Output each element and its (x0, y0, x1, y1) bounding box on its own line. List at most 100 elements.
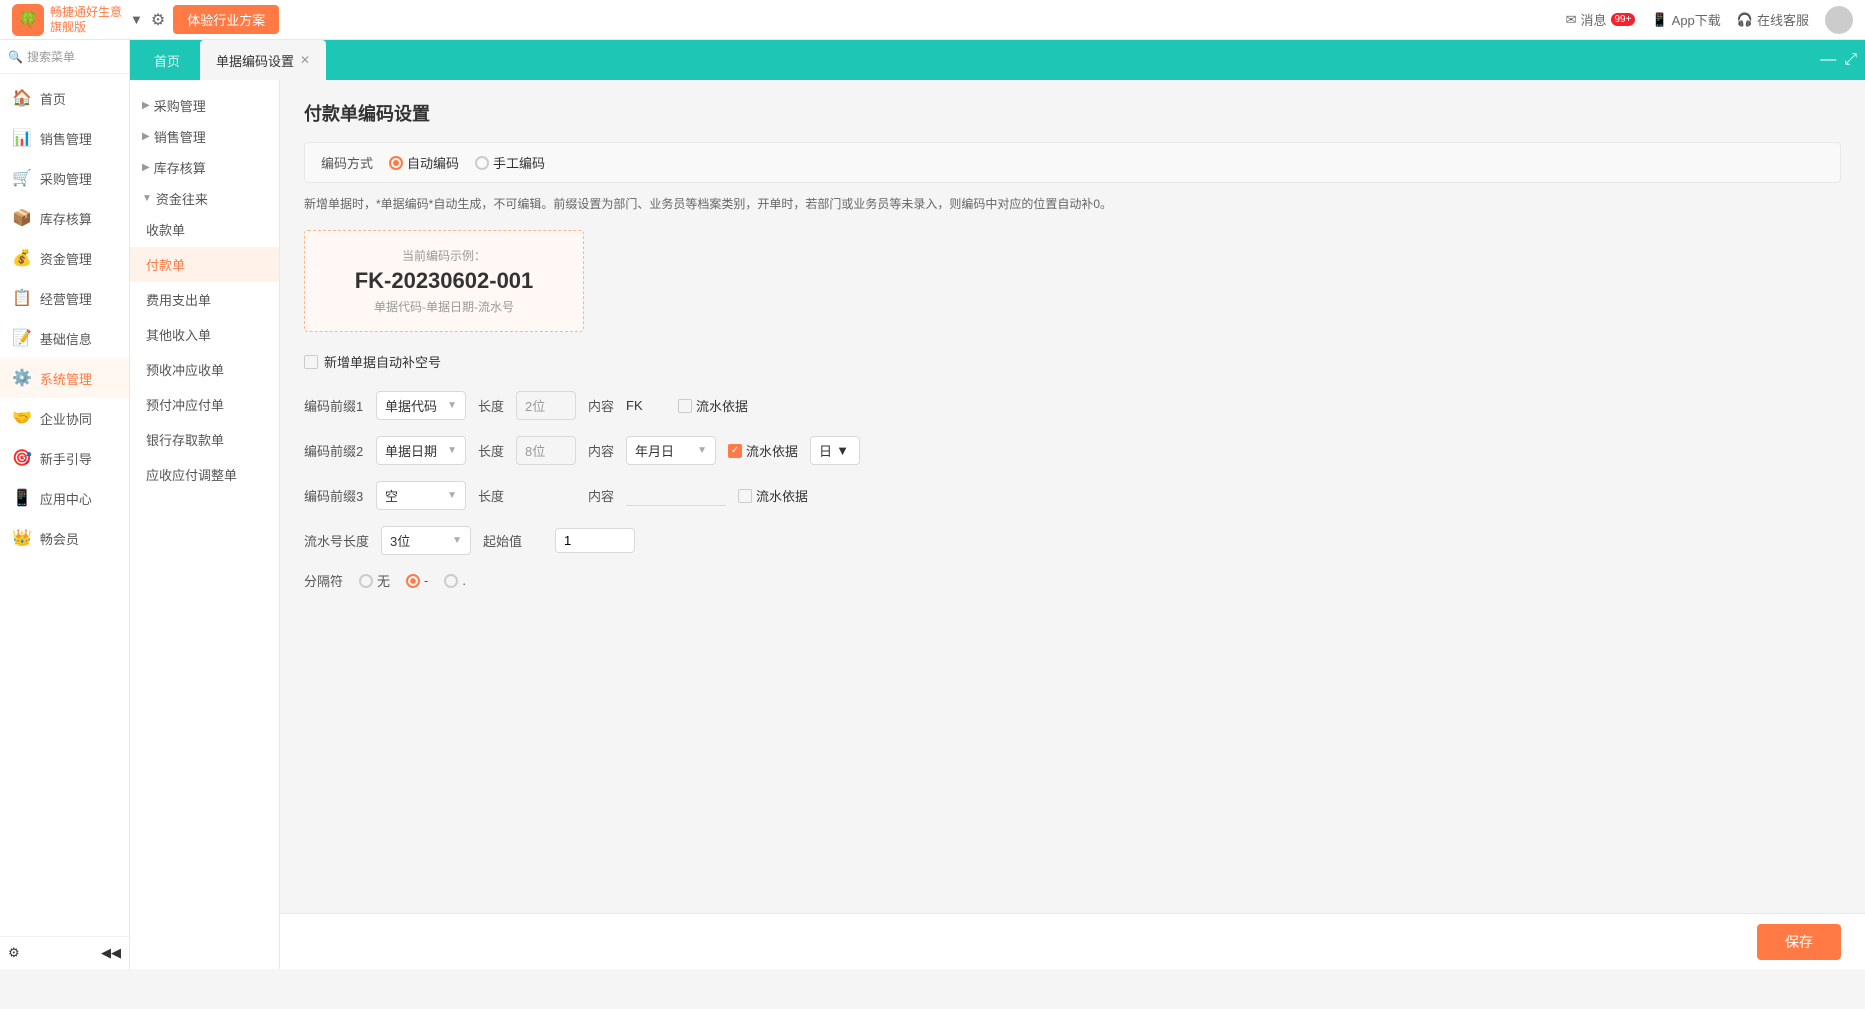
sub-sidebar-advance-payment[interactable]: 预付冲应付单 (130, 387, 279, 422)
tab-encoding[interactable]: 单据编码设置 ✕ (200, 40, 326, 80)
settings-bottom-icon[interactable]: ⚙ (8, 945, 20, 961)
nav-dropdown[interactable]: ▼ (130, 12, 143, 27)
sub-sidebar-group-capital[interactable]: ▼ 资金往来 (130, 181, 279, 212)
minimize-icon[interactable]: — (1820, 51, 1836, 69)
tab-home[interactable]: 首页 (138, 40, 196, 80)
prefix1-select[interactable]: 单据代码 ▼ (376, 391, 466, 420)
sub-sidebar-expense[interactable]: 费用支出单 (130, 282, 279, 317)
separator-label: 分隔符 (304, 571, 343, 590)
download-icon: 📱 (1651, 12, 1667, 28)
waterfall1-check: 流水依据 (678, 396, 748, 415)
inventory-icon: 📦 (12, 208, 32, 228)
auto-fill-label: 新增单据自动补空号 (324, 352, 441, 371)
sub-sidebar-receipt[interactable]: 收款单 (130, 212, 279, 247)
top-bar-left: 🍀 畅捷通好生意 旗舰版 ▼ ⚙ 体验行业方案 (12, 4, 279, 36)
guide-icon: 🎯 (12, 448, 32, 468)
save-button[interactable]: 保存 (1757, 924, 1841, 960)
waterfall3-checkbox[interactable] (738, 489, 752, 503)
sidebar-item-finance[interactable]: 💰 资金管理 (0, 238, 129, 278)
top-bar: 🍀 畅捷通好生意 旗舰版 ▼ ⚙ 体验行业方案 ✉ 消息 99+ 📱 App下载… (0, 0, 1865, 40)
message-badge: 99+ (1611, 13, 1636, 26)
settings-icon[interactable]: ⚙ (151, 10, 165, 30)
day-select[interactable]: 日 ▼ (810, 436, 860, 465)
main-content: 付款单编码设置 编码方式 自动编码 手工编码 (280, 80, 1865, 913)
sep-dot-option[interactable]: . (444, 573, 466, 588)
waterfall1-checkbox[interactable] (678, 399, 692, 413)
code-example-desc: 单据代码-单据日期-流水号 (321, 298, 567, 315)
prefix2-label: 编码前缀2 (304, 441, 364, 460)
sidebar-item-apps[interactable]: 📱 应用中心 (0, 478, 129, 518)
sidebar-item-guide[interactable]: 🎯 新手引导 (0, 438, 129, 478)
sep-none-radio[interactable] (359, 574, 373, 588)
logo: 🍀 畅捷通好生意 旗舰版 (12, 4, 122, 36)
right-panel: 付款单编码设置 编码方式 自动编码 手工编码 (280, 80, 1865, 969)
sidebar-item-basic[interactable]: 📝 基础信息 (0, 318, 129, 358)
prefix2-select[interactable]: 单据日期 ▼ (376, 436, 466, 465)
system-icon: ⚙️ (12, 368, 32, 388)
tab-close-icon[interactable]: ✕ (300, 53, 310, 67)
sep-dash-radio[interactable] (406, 574, 420, 588)
sep-dash-option[interactable]: - (406, 573, 428, 588)
start-value-input[interactable] (555, 528, 635, 553)
sub-sidebar-group-sales[interactable]: ▶ 销售管理 (130, 119, 279, 150)
sidebar-item-home[interactable]: 🏠 首页 (0, 78, 129, 118)
start-value-label: 起始值 (483, 531, 543, 550)
auto-encoding-option[interactable]: 自动编码 (389, 153, 459, 172)
auto-fill-row: 新增单据自动补空号 (304, 352, 1841, 371)
online-service-item[interactable]: 🎧 在线客服 (1737, 10, 1809, 29)
app-download-item[interactable]: 📱 App下载 (1651, 10, 1720, 29)
prefix1-label: 编码前缀1 (304, 396, 364, 415)
enterprise-icon: 🤝 (12, 408, 32, 428)
prefix3-select[interactable]: 空 ▼ (376, 481, 466, 510)
bottom-bar: 保存 (280, 913, 1865, 969)
content1-value: FK (626, 398, 666, 413)
sidebar-bottom: ⚙ ◀◀ (0, 936, 129, 969)
sub-sidebar-payment[interactable]: 付款单 (130, 247, 279, 282)
content2-select[interactable]: 年月日 ▼ (626, 436, 716, 465)
sidebar-item-inventory[interactable]: 📦 库存核算 (0, 198, 129, 238)
serial-length-label: 流水号长度 (304, 531, 369, 550)
maximize-icon[interactable]: ⤢ (1844, 51, 1857, 69)
sidebar-item-member[interactable]: 👑 畅会员 (0, 518, 129, 558)
sub-sidebar-group-inventory[interactable]: ▶ 库存核算 (130, 150, 279, 181)
serial-length-select[interactable]: 3位 ▼ (381, 526, 471, 555)
sidebar-item-purchase[interactable]: 🛒 采购管理 (0, 158, 129, 198)
length1-input: 2位 (516, 391, 576, 420)
user-avatar[interactable] (1825, 6, 1853, 34)
sub-sidebar-bank[interactable]: 银行存取款单 (130, 422, 279, 457)
encoding-method-row: 编码方式 自动编码 手工编码 (304, 142, 1841, 183)
message-item[interactable]: ✉ 消息 99+ (1566, 10, 1636, 29)
waterfall3-check: 流水依据 (738, 486, 808, 505)
prefix3-arrow: ▼ (447, 490, 457, 501)
arrow-icon-sales: ▶ (142, 131, 150, 142)
message-icon: ✉ (1566, 12, 1577, 28)
sidebar-item-system[interactable]: ⚙️ 系统管理 (0, 358, 129, 398)
trial-button[interactable]: 体验行业方案 (173, 5, 279, 34)
collapse-icon[interactable]: ◀◀ (101, 945, 121, 961)
serial-arrow: ▼ (452, 535, 462, 546)
sub-sidebar-income[interactable]: 其他收入单 (130, 317, 279, 352)
waterfall2-checkbox[interactable] (728, 444, 742, 458)
auto-encoding-radio[interactable] (389, 156, 403, 170)
sidebar: 🔍 搜索菜单 🏠 首页 📊 销售管理 🛒 采购管理 📦 库存核算 💰 资金管理 … (0, 40, 130, 969)
sidebar-search[interactable]: 🔍 搜索菜单 (0, 40, 129, 74)
length3-label: 长度 (478, 486, 504, 505)
sub-sidebar-group-purchase[interactable]: ▶ 采购管理 (130, 88, 279, 119)
sidebar-item-operations[interactable]: 📋 经营管理 (0, 278, 129, 318)
auto-fill-checkbox[interactable] (304, 355, 318, 369)
sub-sidebar-advance-receipt[interactable]: 预收冲应收单 (130, 352, 279, 387)
prefix1-row: 编码前缀1 单据代码 ▼ 长度 2位 内容 FK 流水依据 (304, 391, 1841, 420)
apps-icon: 📱 (12, 488, 32, 508)
day-arrow: ▼ (836, 443, 849, 458)
purchase-icon: 🛒 (12, 168, 32, 188)
sub-sidebar-adj[interactable]: 应收应付调整单 (130, 457, 279, 492)
sidebar-item-enterprise[interactable]: 🤝 企业协同 (0, 398, 129, 438)
sep-none-option[interactable]: 无 (359, 571, 390, 590)
manual-encoding-radio[interactable] (475, 156, 489, 170)
length1-label: 长度 (478, 396, 504, 415)
sales-icon: 📊 (12, 128, 32, 148)
top-bar-right: ✉ 消息 99+ 📱 App下载 🎧 在线客服 (1566, 6, 1853, 34)
manual-encoding-option[interactable]: 手工编码 (475, 153, 545, 172)
sep-dot-radio[interactable] (444, 574, 458, 588)
sidebar-item-sales[interactable]: 📊 销售管理 (0, 118, 129, 158)
